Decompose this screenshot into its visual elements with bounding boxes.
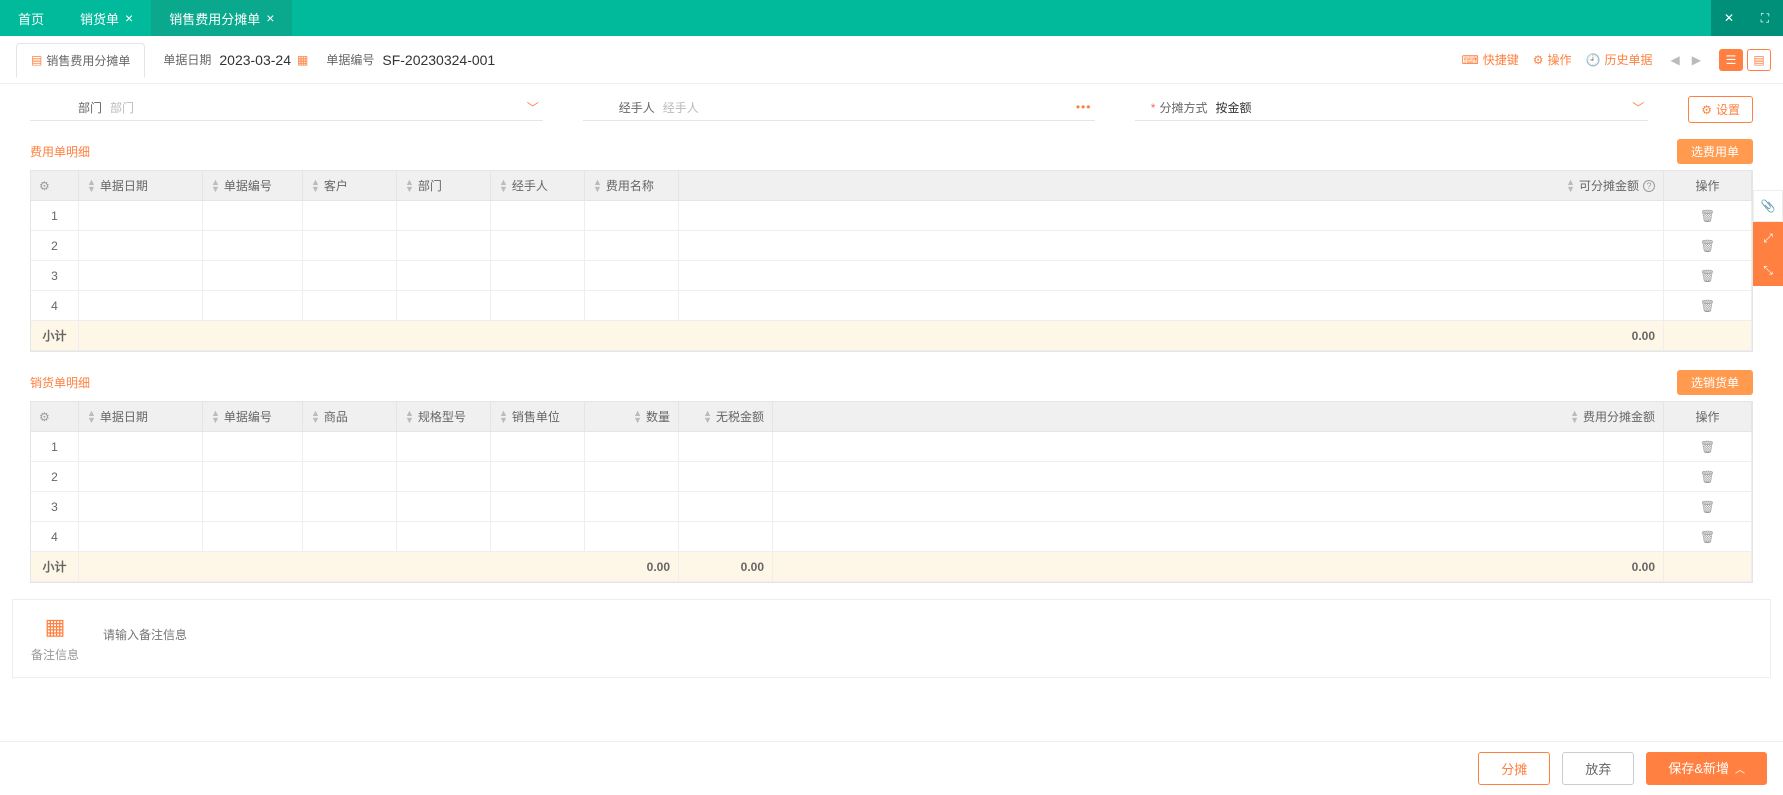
table-row[interactable]: 2🗑 xyxy=(31,462,1752,492)
form-tab-current[interactable]: ▤ 销售费用分摊单 xyxy=(16,43,145,78)
calendar-icon[interactable]: ▦ xyxy=(297,53,308,67)
col-dept[interactable]: ▲▼部门 xyxy=(397,171,491,200)
dept-field[interactable]: 部门 部门 ﹀ xyxy=(30,99,543,121)
table-row[interactable]: 1🗑 xyxy=(31,201,1752,231)
col-handler[interactable]: ▲▼经手人 xyxy=(491,171,585,200)
ops-link[interactable]: ⚙操作 xyxy=(1533,51,1572,68)
table-row[interactable]: 4🗑 xyxy=(31,522,1752,552)
sales-table: ⚙ ▲▼单据日期 ▲▼单据编号 ▲▼商品 ▲▼规格型号 ▲▼销售单位 ▲▼数量 … xyxy=(30,401,1753,583)
remarks-input[interactable] xyxy=(103,614,1752,642)
gear-icon: ⚙ xyxy=(1701,103,1712,117)
form-fields-row: 部门 部门 ﹀ 经手人 经手人 ••• *分摊方式 按金额 ﹀ ⚙设置 xyxy=(0,84,1783,139)
remarks-box: ▦ 备注信息 xyxy=(12,599,1771,678)
col-date[interactable]: ▲▼单据日期 xyxy=(79,402,203,431)
delete-icon[interactable]: 🗑 xyxy=(1700,500,1715,514)
col-unit[interactable]: ▲▼销售单位 xyxy=(491,402,585,431)
chevron-down-icon[interactable]: ﹀ xyxy=(523,99,543,116)
delete-icon[interactable]: 🗑 xyxy=(1700,299,1715,313)
form-header: ▤ 销售费用分摊单 单据日期 2023-03-24 ▦ 单据编号 SF-2023… xyxy=(0,36,1783,84)
gear-icon: ⚙ xyxy=(1533,53,1544,67)
delete-icon[interactable]: 🗑 xyxy=(1700,530,1715,544)
col-goods[interactable]: ▲▼商品 xyxy=(303,402,397,431)
table-row[interactable]: 3🗑 xyxy=(31,261,1752,291)
chevron-down-icon[interactable]: ﹀ xyxy=(1628,99,1648,116)
expense-table: ⚙ ▲▼单据日期 ▲▼单据编号 ▲▼客户 ▲▼部门 ▲▼经手人 ▲▼费用名称 ▲… xyxy=(30,170,1753,352)
col-docno[interactable]: ▲▼单据编号 xyxy=(203,171,303,200)
allocation-method-field[interactable]: *分摊方式 按金额 ﹀ xyxy=(1135,99,1648,121)
view-grid-button[interactable]: ▤ xyxy=(1747,49,1771,71)
nav-next-button[interactable]: ▶ xyxy=(1688,51,1705,69)
col-spec[interactable]: ▲▼规格型号 xyxy=(397,402,491,431)
more-icon[interactable]: ••• xyxy=(1072,100,1096,114)
tab-home[interactable]: 首页 xyxy=(0,0,62,36)
window-close-button[interactable]: ✕ xyxy=(1711,0,1747,36)
window-fullscreen-button[interactable]: ⛶ xyxy=(1747,0,1783,36)
delete-icon[interactable]: 🗑 xyxy=(1700,440,1715,454)
gear-icon: ⚙ xyxy=(39,179,50,193)
table-row[interactable]: 1🗑 xyxy=(31,432,1752,462)
date-label: 单据日期 xyxy=(163,51,211,68)
chevron-up-icon: ︿ xyxy=(1735,765,1745,776)
subtotal-row: 小计0.000.000.00 xyxy=(31,552,1752,582)
allocate-button[interactable]: 分摊 xyxy=(1478,752,1550,785)
side-float-toolbar: 📎 ⤢ ⤡ xyxy=(1753,190,1783,286)
col-op: 操作 xyxy=(1664,171,1752,200)
col-docno[interactable]: ▲▼单据编号 xyxy=(203,402,303,431)
close-icon[interactable]: × xyxy=(266,10,274,26)
delete-icon[interactable]: 🗑 xyxy=(1700,239,1715,253)
delete-icon[interactable]: 🗑 xyxy=(1700,470,1715,484)
table-gear[interactable]: ⚙ xyxy=(31,171,79,200)
top-tab-bar: 首页 销货单× 销售费用分摊单× ✕ ⛶ xyxy=(0,0,1783,36)
col-notax[interactable]: ▲▼无税金额 xyxy=(679,402,773,431)
remarks-label: 备注信息 xyxy=(31,646,79,663)
col-customer[interactable]: ▲▼客户 xyxy=(303,171,397,200)
expand2-button[interactable]: ⤡ xyxy=(1753,254,1783,286)
col-date[interactable]: ▲▼单据日期 xyxy=(79,171,203,200)
note-icon: ▦ xyxy=(31,614,79,640)
tab-sales-order[interactable]: 销货单× xyxy=(62,0,151,36)
discard-button[interactable]: 放弃 xyxy=(1562,752,1634,785)
tab-expense-allocation[interactable]: 销售费用分摊单× xyxy=(151,0,292,36)
table-row[interactable]: 4🗑 xyxy=(31,291,1752,321)
docno-value: SF-20230324-001 xyxy=(382,52,495,68)
save-new-button[interactable]: 保存&新增︿ xyxy=(1646,752,1767,785)
table-gear[interactable]: ⚙ xyxy=(31,402,79,431)
col-op: 操作 xyxy=(1664,402,1752,431)
col-allocatable-amount[interactable]: ▲▼可分摊金额? xyxy=(679,171,1664,200)
table-row[interactable]: 3🗑 xyxy=(31,492,1752,522)
history-link[interactable]: 🕘历史单据 xyxy=(1586,51,1653,68)
expense-detail-title: 费用单明细 xyxy=(30,143,90,160)
clock-icon: 🕘 xyxy=(1586,53,1601,67)
nav-prev-button[interactable]: ◀ xyxy=(1667,51,1684,69)
close-icon[interactable]: × xyxy=(125,10,133,26)
help-icon[interactable]: ? xyxy=(1643,180,1655,192)
keyboard-icon: ⌨ xyxy=(1461,53,1478,67)
docno-label: 单据编号 xyxy=(326,51,374,68)
footer-bar: 分摊 放弃 保存&新增︿ xyxy=(0,741,1783,795)
col-feename[interactable]: ▲▼费用名称 xyxy=(585,171,679,200)
view-list-button[interactable]: ☰ xyxy=(1719,49,1743,71)
subtotal-row: 小计0.00 xyxy=(31,321,1752,351)
settings-button[interactable]: ⚙设置 xyxy=(1688,96,1753,123)
col-qty[interactable]: ▲▼数量 xyxy=(585,402,679,431)
col-alloc-amount[interactable]: ▲▼费用分摊金额 xyxy=(773,402,1664,431)
date-value[interactable]: 2023-03-24 xyxy=(219,52,291,68)
delete-icon[interactable]: 🗑 xyxy=(1700,269,1715,283)
select-expense-button[interactable]: 选费用单 xyxy=(1677,139,1753,164)
table-row[interactable]: 2🗑 xyxy=(31,231,1752,261)
shortcut-link[interactable]: ⌨快捷键 xyxy=(1461,51,1518,68)
expand-button[interactable]: ⤢ xyxy=(1753,222,1783,254)
gear-icon: ⚙ xyxy=(39,410,50,424)
sales-detail-title: 销货单明细 xyxy=(30,374,90,391)
handler-field[interactable]: 经手人 经手人 ••• xyxy=(583,99,1096,121)
select-sales-button[interactable]: 选销货单 xyxy=(1677,370,1753,395)
form-icon: ▤ xyxy=(31,53,42,67)
delete-icon[interactable]: 🗑 xyxy=(1700,209,1715,223)
attachment-button[interactable]: 📎 xyxy=(1753,190,1783,222)
